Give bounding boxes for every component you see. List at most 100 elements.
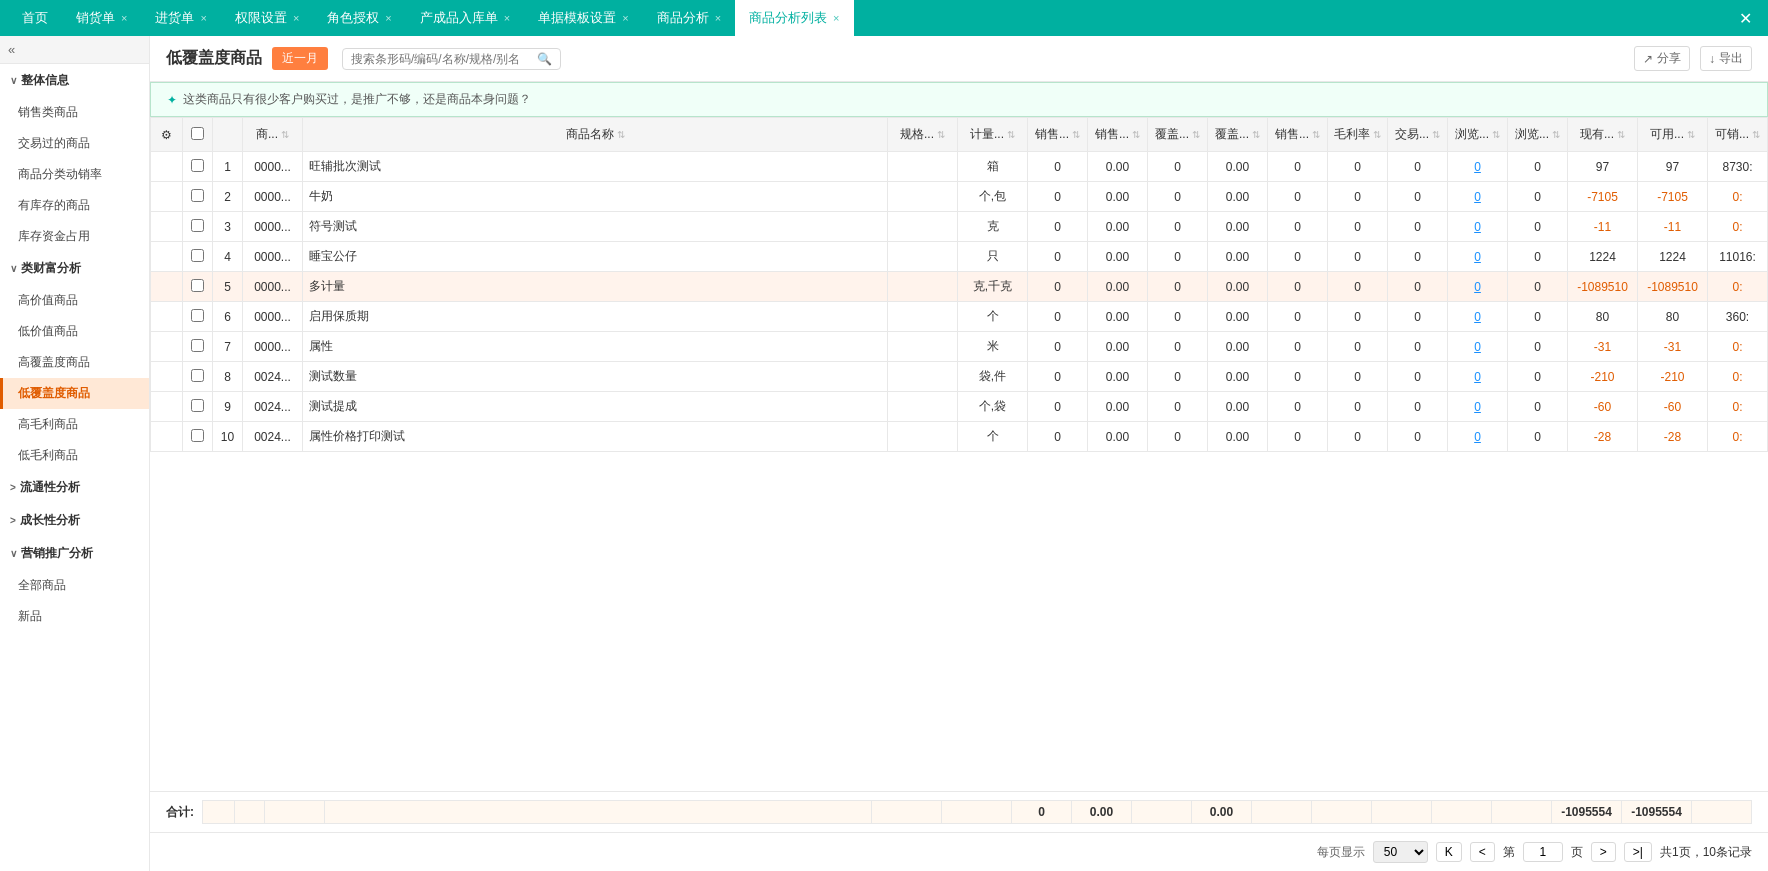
th-trade[interactable]: 交易...⇅ <box>1388 118 1448 152</box>
nav-item-home[interactable]: 首页 <box>8 0 62 36</box>
time-filter-button[interactable]: 近一月 <box>272 47 328 70</box>
th-sales-count[interactable]: 销售...⇅ <box>1268 118 1328 152</box>
sidebar-item-low-coverage[interactable]: 低覆盖度商品 <box>0 378 149 409</box>
select-all-checkbox[interactable] <box>191 127 204 140</box>
sidebar-item-stocked-goods[interactable]: 有库存的商品 <box>0 190 149 221</box>
row-unit: 箱 <box>958 152 1028 182</box>
th-current-stock[interactable]: 现有...⇅ <box>1568 118 1638 152</box>
th-coverage1[interactable]: 覆盖...⇅ <box>1148 118 1208 152</box>
sidebar-item-low-margin[interactable]: 低毛利商品 <box>0 440 149 471</box>
close-icon[interactable]: × <box>504 12 510 24</box>
sidebar-item-high-value[interactable]: 高价值商品 <box>0 285 149 316</box>
sidebar-section-wealth[interactable]: ∨ 类财富分析 <box>0 252 149 285</box>
sidebar-section-overall[interactable]: ∨ 整体信息 <box>0 64 149 97</box>
row-browse1[interactable]: 0 <box>1448 242 1508 272</box>
close-icon[interactable]: × <box>293 12 299 24</box>
sidebar-item-high-margin[interactable]: 高毛利商品 <box>0 409 149 440</box>
row-browse1[interactable]: 0 <box>1448 302 1508 332</box>
th-coverage2[interactable]: 覆盖...⇅ <box>1208 118 1268 152</box>
th-gross-margin[interactable]: 毛利率⇅ <box>1328 118 1388 152</box>
close-icon[interactable]: × <box>833 12 839 24</box>
close-icon[interactable]: × <box>385 12 391 24</box>
close-icon[interactable]: × <box>715 12 721 24</box>
th-unit[interactable]: 计量...⇅ <box>958 118 1028 152</box>
row-checkbox[interactable] <box>183 212 213 242</box>
row-browse1[interactable]: 0 <box>1448 272 1508 302</box>
last-page-button[interactable]: >| <box>1624 842 1652 862</box>
share-button[interactable]: ↗ 分享 <box>1634 46 1690 71</box>
nav-item-product-analysis[interactable]: 商品分析 × <box>643 0 735 36</box>
nav-item-purchase[interactable]: 进货单 × <box>141 0 220 36</box>
export-button[interactable]: ↓ 导出 <box>1700 46 1752 71</box>
th-available-stock[interactable]: 可用...⇅ <box>1638 118 1708 152</box>
sidebar-item-all-goods[interactable]: 全部商品 <box>0 570 149 601</box>
sidebar-section-growth[interactable]: > 成长性分析 <box>0 504 149 537</box>
nav-item-product-entry[interactable]: 产成品入库单 × <box>406 0 524 36</box>
prev-page-button[interactable]: < <box>1470 842 1495 862</box>
row-checkbox[interactable] <box>183 152 213 182</box>
row-current-stock: -1089510 <box>1568 272 1638 302</box>
row-checkbox[interactable] <box>183 272 213 302</box>
th-browse2[interactable]: 浏览...⇅ <box>1508 118 1568 152</box>
row-checkbox[interactable] <box>183 392 213 422</box>
table-row: 3 0000... 符号测试 克 0 0.00 0 0.00 0 0 0 0 0… <box>151 212 1768 242</box>
th-sales-qty[interactable]: 销售...⇅ <box>1028 118 1088 152</box>
th-browse1[interactable]: 浏览...⇅ <box>1448 118 1508 152</box>
nav-item-template[interactable]: 单据模板设置 × <box>524 0 642 36</box>
sidebar-section-marketing[interactable]: ∨ 营销推广分析 <box>0 537 149 570</box>
first-page-button[interactable]: K <box>1436 842 1462 862</box>
close-icon[interactable]: × <box>200 12 206 24</box>
search-box: 🔍 <box>342 48 561 70</box>
row-gross-margin: 0 <box>1328 182 1388 212</box>
row-name: 属性价格打印测试 <box>303 422 888 452</box>
settings-icon[interactable]: ⚙ <box>161 128 172 142</box>
row-browse1[interactable]: 0 <box>1448 182 1508 212</box>
sidebar-item-new-goods[interactable]: 新品 <box>0 601 149 632</box>
row-checkbox[interactable] <box>183 302 213 332</box>
row-browse1[interactable]: 0 <box>1448 332 1508 362</box>
row-browse1[interactable]: 0 <box>1448 362 1508 392</box>
th-spec[interactable]: 规格...⇅ <box>888 118 958 152</box>
nav-item-permission[interactable]: 权限设置 × <box>221 0 313 36</box>
sidebar-item-high-coverage[interactable]: 高覆盖度商品 <box>0 347 149 378</box>
sidebar-section-liquidity[interactable]: > 流通性分析 <box>0 471 149 504</box>
th-sellable[interactable]: 可销...⇅ <box>1708 118 1768 152</box>
th-settings[interactable]: ⚙ <box>151 118 183 152</box>
row-checkbox[interactable] <box>183 422 213 452</box>
th-name[interactable]: 商品名称⇅ <box>303 118 888 152</box>
nav-close-all-button[interactable]: ✕ <box>1731 9 1760 28</box>
th-code[interactable]: 商...⇅ <box>243 118 303 152</box>
nav-item-product-analysis-list[interactable]: 商品分析列表 × <box>735 0 853 36</box>
close-icon[interactable]: × <box>121 12 127 24</box>
row-available-stock: 80 <box>1638 302 1708 332</box>
search-input[interactable] <box>351 52 531 66</box>
page-number-input[interactable] <box>1523 842 1563 862</box>
row-checkbox[interactable] <box>183 242 213 272</box>
row-browse1[interactable]: 0 <box>1448 422 1508 452</box>
page-size-select[interactable]: 50 20 100 <box>1373 841 1428 863</box>
th-checkbox[interactable] <box>183 118 213 152</box>
sidebar-collapse-btn[interactable]: « <box>8 42 15 57</box>
row-checkbox[interactable] <box>183 332 213 362</box>
sidebar-item-traded-goods[interactable]: 交易过的商品 <box>0 128 149 159</box>
sidebar-item-stock-capital[interactable]: 库存资金占用 <box>0 221 149 252</box>
row-checkbox[interactable] <box>183 182 213 212</box>
row-checkbox[interactable] <box>183 362 213 392</box>
row-browse1[interactable]: 0 <box>1448 212 1508 242</box>
content-header: 低覆盖度商品 近一月 🔍 ↗ 分享 ↓ 导出 <box>150 36 1768 82</box>
row-browse1[interactable]: 0 <box>1448 152 1508 182</box>
sidebar-item-sales-goods[interactable]: 销售类商品 <box>0 97 149 128</box>
nav-item-role[interactable]: 角色授权 × <box>313 0 405 36</box>
next-page-button[interactable]: > <box>1591 842 1616 862</box>
search-icon[interactable]: 🔍 <box>537 52 552 66</box>
th-sales-amt[interactable]: 销售...⇅ <box>1088 118 1148 152</box>
sort-icon: ⇅ <box>1312 129 1320 140</box>
sidebar-item-low-value[interactable]: 低价值商品 <box>0 316 149 347</box>
sort-icon: ⇅ <box>1072 129 1080 140</box>
row-trade: 0 <box>1388 272 1448 302</box>
sidebar-item-category-rate[interactable]: 商品分类动销率 <box>0 159 149 190</box>
row-browse1[interactable]: 0 <box>1448 392 1508 422</box>
row-available-stock: -210 <box>1638 362 1708 392</box>
close-icon[interactable]: × <box>622 12 628 24</box>
nav-item-sales[interactable]: 销货单 × <box>62 0 141 36</box>
